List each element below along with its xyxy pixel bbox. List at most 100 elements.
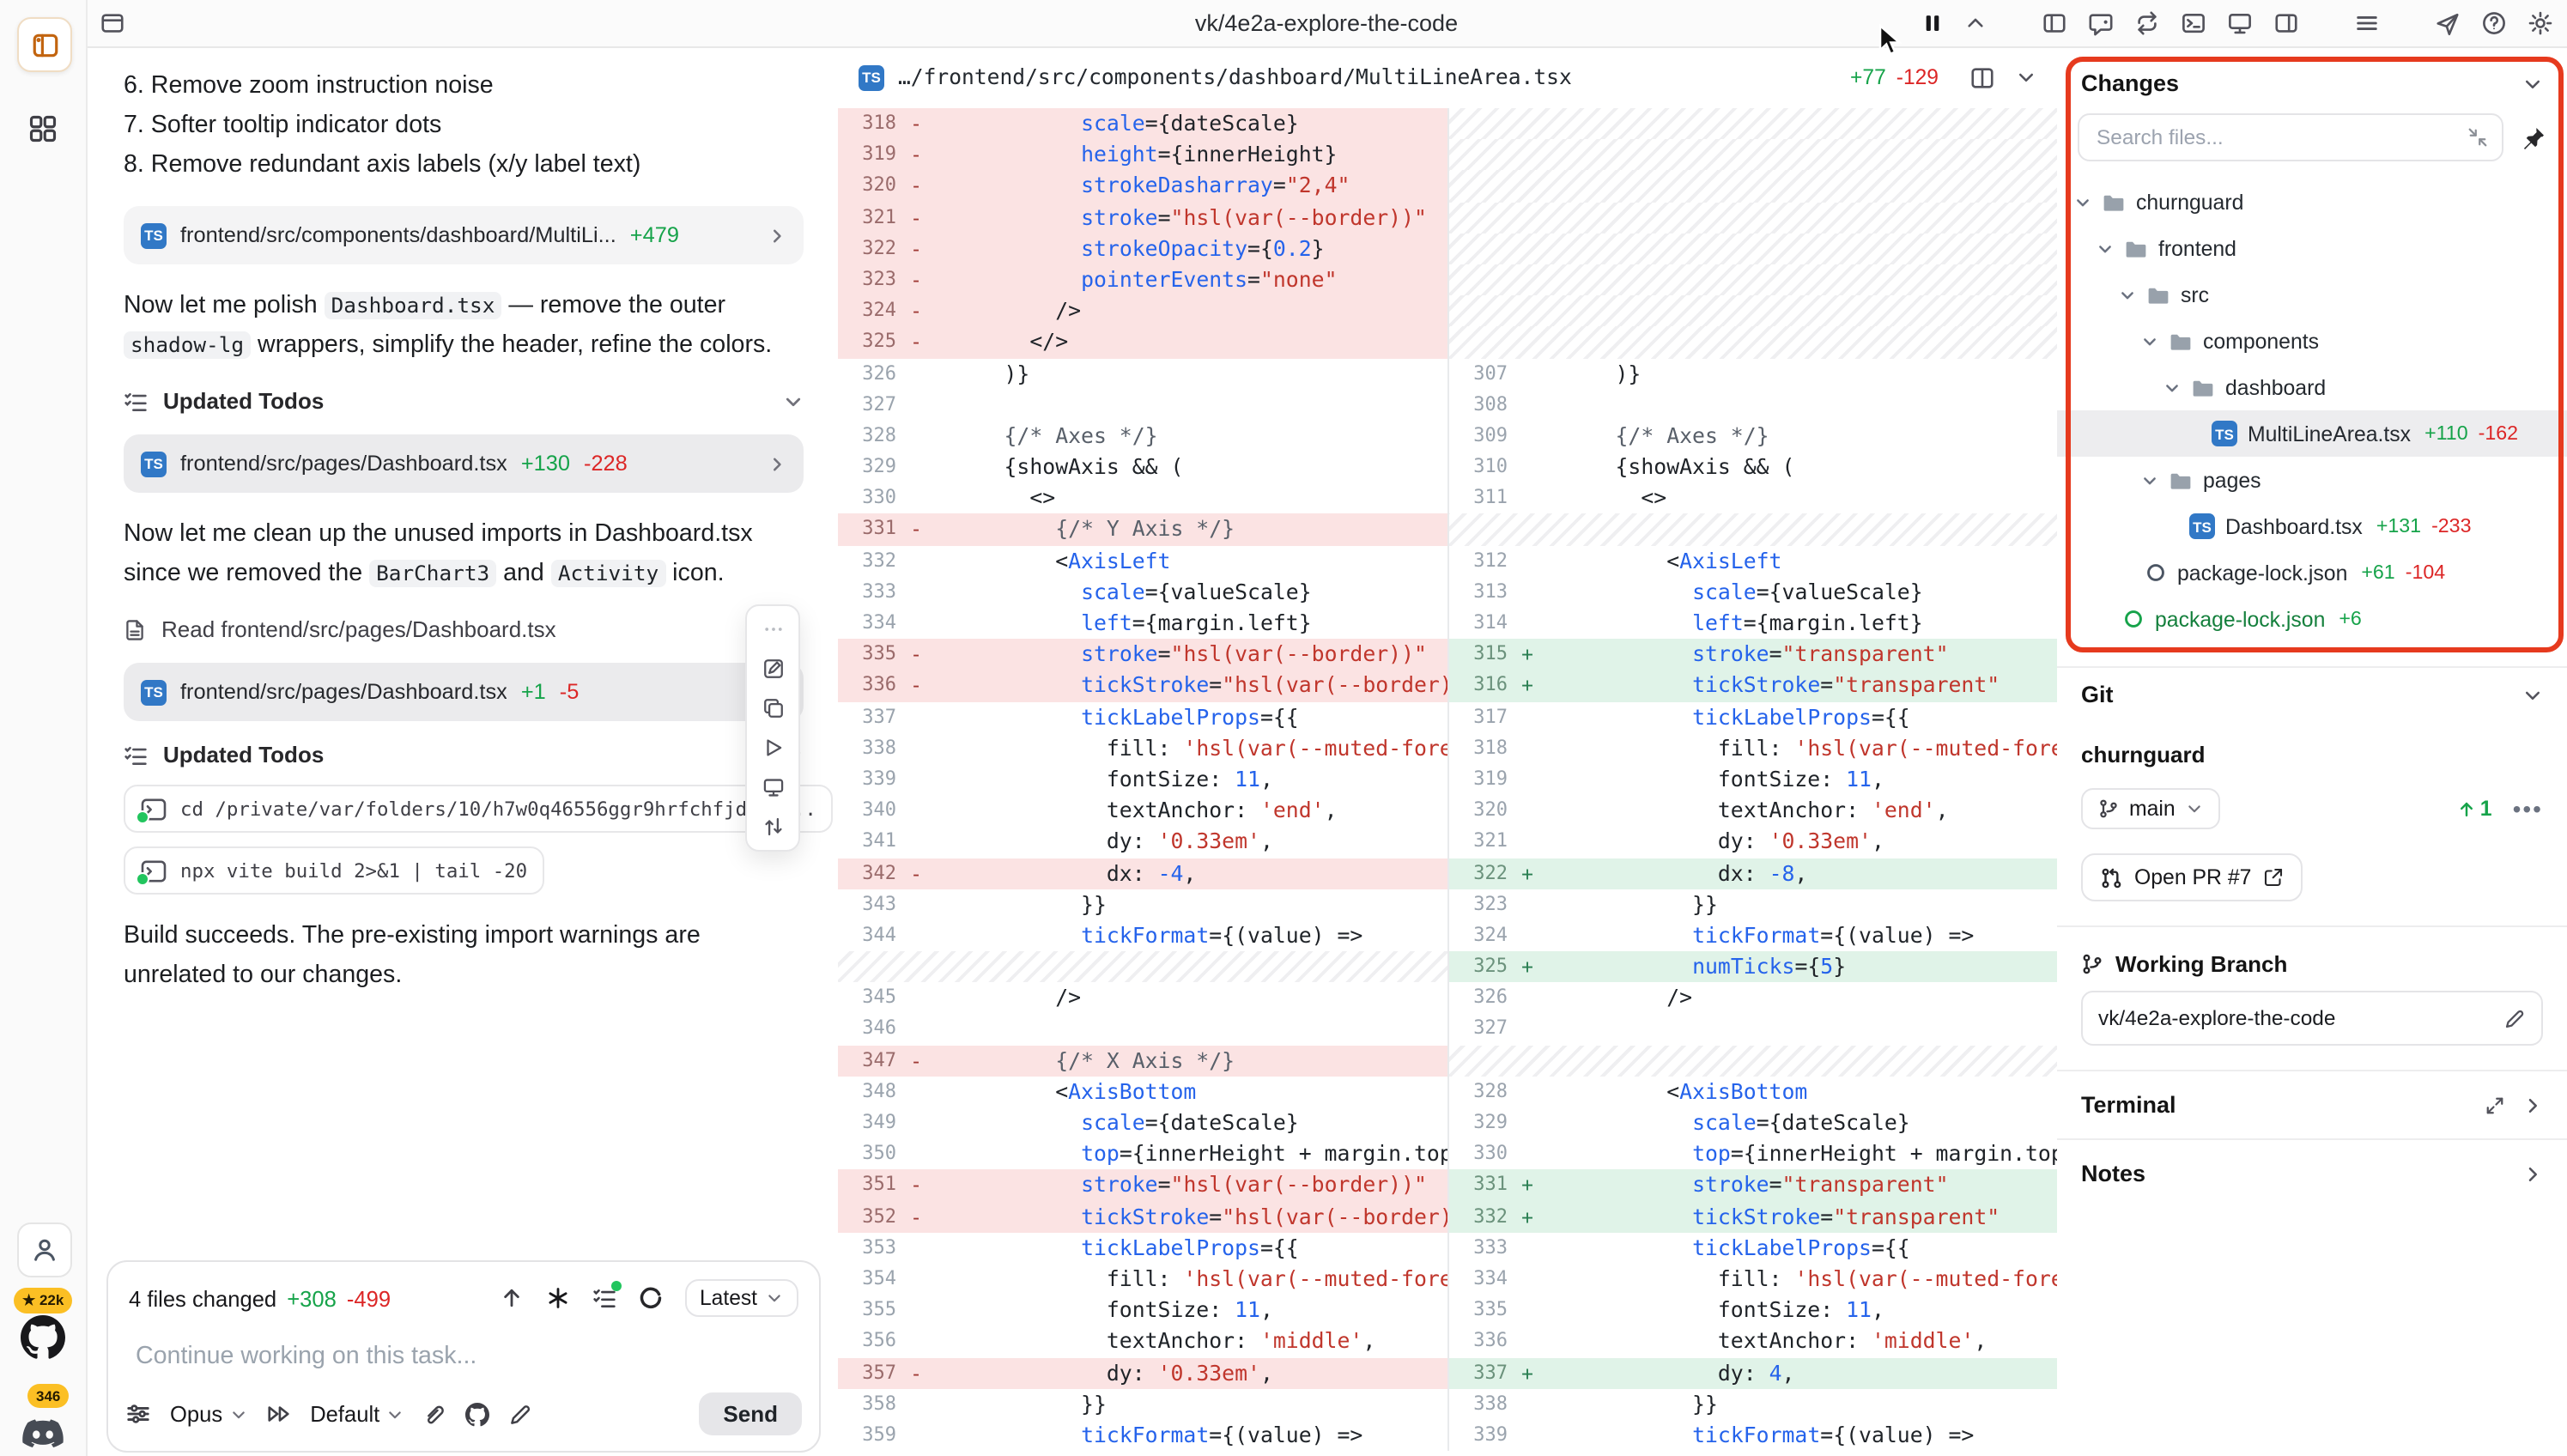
tree-file-package-lock.json[interactable]: package-lock.json+6 [2057, 596, 2567, 642]
git-compare-icon[interactable] [2134, 10, 2160, 36]
split-view-icon[interactable] [1969, 64, 1995, 90]
tree-file-Dashboard.tsx[interactable]: TSDashboard.tsx+131-233 [2057, 503, 2567, 549]
line-number: 320 [838, 171, 905, 202]
caret-down-icon[interactable] [2097, 240, 2114, 257]
pencil-icon[interactable] [2503, 1007, 2526, 1029]
changes-section-header[interactable]: Changes [2057, 57, 2567, 106]
account-button[interactable] [17, 1222, 72, 1277]
sliders-icon[interactable] [125, 1401, 151, 1427]
help-icon[interactable] [2481, 10, 2507, 36]
read-file-row[interactable]: Read frontend/src/pages/Dashboard.tsx [124, 616, 804, 642]
model-dropdown[interactable]: Opus [170, 1401, 246, 1427]
github-small-icon[interactable] [465, 1402, 489, 1426]
chevron-right-icon[interactable] [2522, 1095, 2543, 1115]
tree-folder-frontend[interactable]: frontend [2057, 225, 2567, 271]
pen-icon[interactable] [508, 1402, 532, 1426]
window-layout-icon[interactable] [100, 10, 125, 36]
chevron-down-icon[interactable] [2522, 684, 2543, 705]
updated-todos-row-2[interactable]: Updated Todos [124, 742, 804, 767]
expand-icon[interactable] [2485, 1095, 2505, 1115]
todos-status-icon[interactable] [592, 1286, 616, 1310]
ts-icon: TS [141, 451, 167, 476]
added-count: +77 [1850, 65, 1886, 89]
gear-icon[interactable] [2528, 10, 2553, 36]
line-number: 338 [838, 733, 905, 764]
pin-icon[interactable] [2521, 124, 2546, 150]
caret-down-icon[interactable] [2119, 286, 2136, 303]
panel-right-icon[interactable] [2273, 10, 2299, 36]
monitor-icon[interactable] [2227, 10, 2253, 36]
caret-down-icon[interactable] [2074, 193, 2091, 210]
git-compare-small-icon[interactable] [762, 816, 784, 838]
paperclip-icon[interactable] [422, 1402, 446, 1426]
tree-folder-components[interactable]: components [2057, 318, 2567, 364]
monitor-small-icon[interactable] [762, 776, 784, 798]
code-line: fontSize: 11, [927, 764, 1447, 795]
tree-folder-dashboard[interactable]: dashboard [2057, 364, 2567, 410]
notes-section-header[interactable]: Notes [2057, 1140, 2567, 1207]
caret-down-icon[interactable] [2141, 332, 2158, 349]
play-icon[interactable] [762, 737, 784, 759]
caret-down-icon[interactable] [2163, 379, 2181, 396]
chevron-down-icon[interactable] [2522, 73, 2543, 94]
more-options-icon[interactable]: ••• [2513, 795, 2543, 822]
mode-dropdown[interactable]: Default [310, 1401, 404, 1427]
tree-folder-churnguard[interactable]: churnguard [2057, 179, 2567, 225]
branch-selector[interactable]: main [2081, 788, 2220, 829]
terminal-command-chip[interactable]: cd /private/var/folders/10/h7w0q46556ggr… [124, 785, 834, 833]
file-chip-dashboard[interactable]: TS frontend/src/pages/Dashboard.tsx +130… [124, 434, 804, 493]
arrow-up-icon[interactable] [499, 1286, 523, 1310]
chevron-right-icon[interactable] [2522, 1163, 2543, 1184]
chat-input[interactable] [132, 1341, 802, 1372]
git-section-header[interactable]: Git [2057, 668, 2567, 718]
diff-marker: - [905, 202, 927, 233]
command-text: cd /private/var/folders/10/h7w0q46556ggr… [180, 798, 816, 820]
workspace-switcher-button[interactable] [17, 17, 72, 72]
changes-title: Changes [2081, 70, 2179, 96]
diff-row: 336- tickStroke="hsl(var(--border))"316+… [838, 670, 2057, 701]
version-dropdown[interactable]: Latest [684, 1279, 798, 1317]
more-options-icon[interactable] [762, 618, 784, 640]
tree-file-MultiLineArea.tsx[interactable]: TSMultiLineArea.tsx+110-162 [2057, 410, 2567, 457]
panel-left-icon[interactable] [2042, 10, 2067, 36]
search-input[interactable] [2093, 124, 2457, 151]
search-box[interactable] [2078, 113, 2503, 161]
file-chip-multilinearea[interactable]: TS frontend/src/components/dashboard/Mul… [124, 206, 804, 264]
line-number: 336 [1449, 1326, 1516, 1357]
external-link-icon [2263, 867, 2284, 888]
inline-code: Dashboard.tsx [325, 292, 502, 319]
file-chip-dashboard-2[interactable]: TS frontend/src/pages/Dashboard.tsx +1 -… [124, 663, 804, 721]
diff-marker [905, 483, 927, 514]
updated-todos-row[interactable]: Updated Todos [124, 388, 804, 414]
tree-folder-src[interactable]: src [2057, 271, 2567, 318]
pause-icon[interactable] [1921, 12, 1944, 34]
annotate-icon[interactable] [762, 658, 784, 680]
code-line: tickFormat={(value) => [927, 1420, 1447, 1451]
open-pr-button[interactable]: Open PR #7 [2081, 853, 2303, 901]
diff-body[interactable]: 318- scale={dateScale}319- height={inner… [838, 108, 2057, 1456]
chevron-down-icon[interactable] [2016, 64, 2036, 90]
discord-icon[interactable] [19, 1411, 67, 1456]
caret-down-icon[interactable] [2141, 471, 2158, 488]
chat-bubble-icon[interactable] [2088, 10, 2114, 36]
grid-view-button[interactable] [17, 103, 69, 155]
diff-marker [1516, 1420, 1538, 1451]
terminal-command-chip[interactable]: npx vite build 2>&1 | tail -20 [124, 846, 544, 895]
terminal-section-header[interactable]: Terminal [2057, 1071, 2567, 1138]
working-branch-value[interactable]: vk/4e2a-explore-the-code [2081, 991, 2543, 1046]
copy-icon[interactable] [762, 697, 784, 719]
github-icon[interactable] [21, 1315, 65, 1360]
asterisk-icon[interactable] [545, 1286, 569, 1310]
fast-forward-icon[interactable] [265, 1401, 291, 1427]
tree-file-package-lock.json[interactable]: package-lock.json+61-104 [2057, 549, 2567, 596]
line-number: 356 [838, 1326, 905, 1357]
collapse-icon[interactable] [2467, 127, 2488, 148]
terminal-icon[interactable] [2181, 10, 2206, 36]
send-plane-icon[interactable] [2435, 10, 2461, 36]
chevron-up-icon[interactable] [1964, 12, 1987, 34]
menu-icon[interactable] [2354, 10, 2380, 36]
tree-folder-pages[interactable]: pages [2057, 457, 2567, 503]
diff-marker [905, 733, 927, 764]
send-button[interactable]: Send [699, 1392, 802, 1435]
code-line: dy: '0.33em', [1538, 827, 2057, 858]
